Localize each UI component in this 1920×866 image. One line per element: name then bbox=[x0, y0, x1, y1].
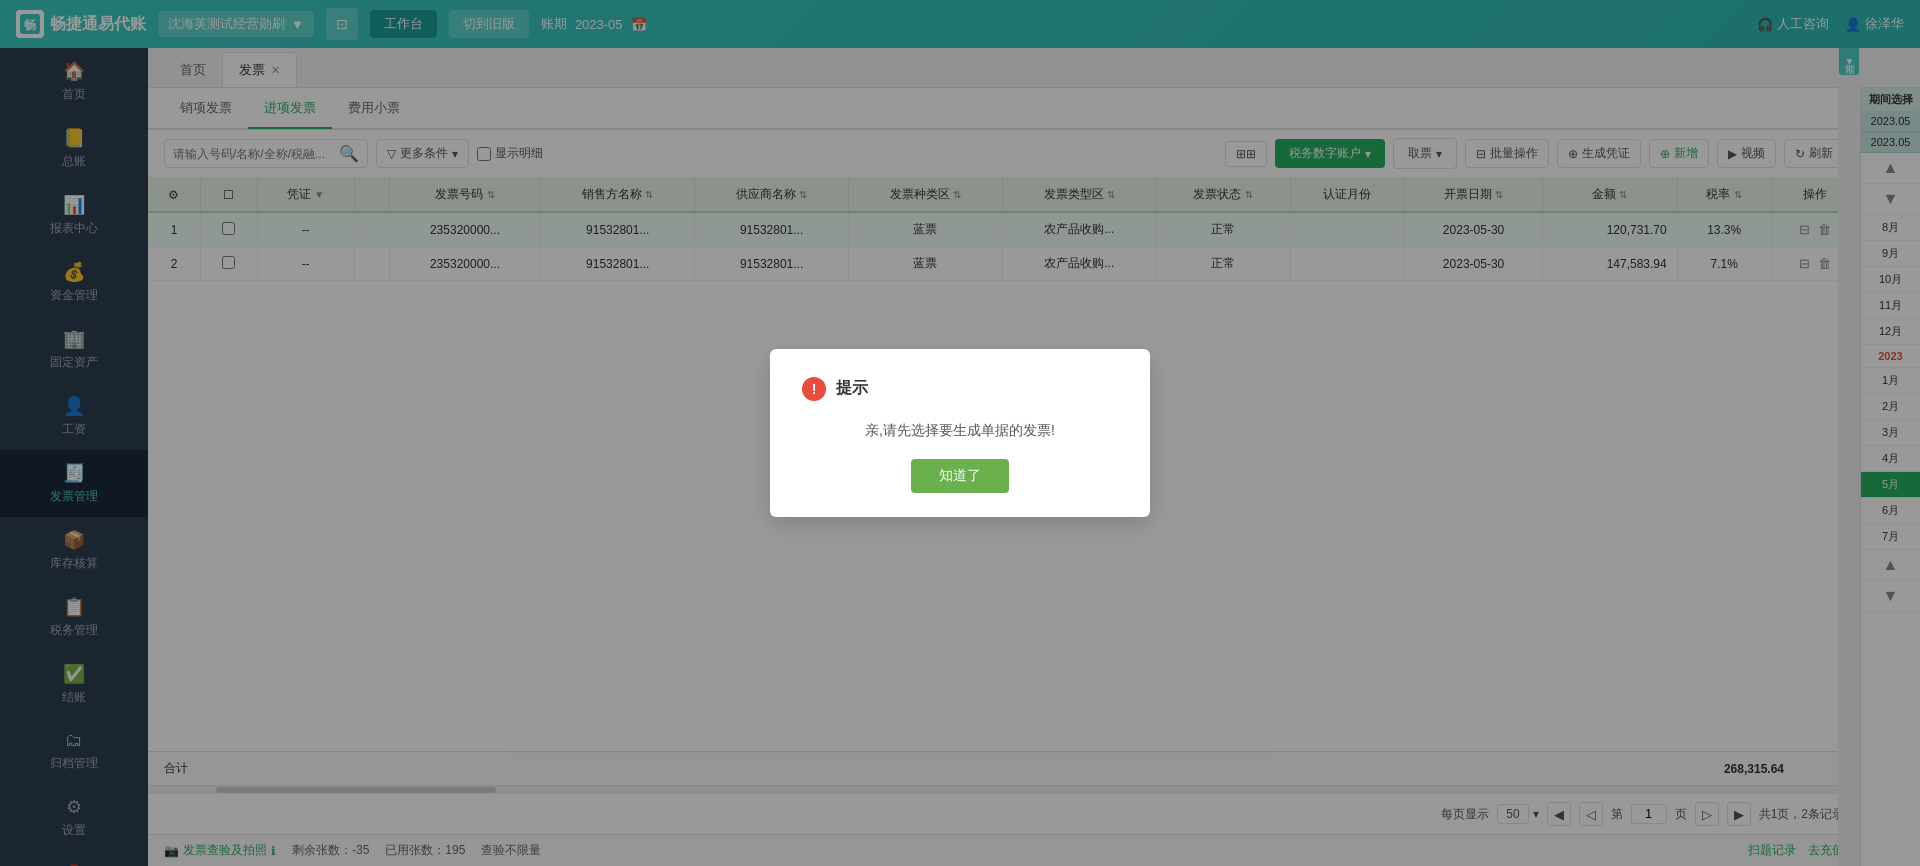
exclamation-icon: ! bbox=[812, 381, 817, 397]
modal-message: 亲,请先选择要生成单据的发票! bbox=[865, 419, 1055, 441]
modal-dialog: ! 提示 亲,请先选择要生成单据的发票! 知道了 bbox=[770, 349, 1150, 517]
modal-overlay: ! 提示 亲,请先选择要生成单据的发票! 知道了 bbox=[0, 0, 1920, 866]
modal-header: ! 提示 bbox=[802, 377, 1118, 401]
modal-title: 提示 bbox=[836, 378, 868, 399]
modal-confirm-button[interactable]: 知道了 bbox=[911, 459, 1009, 493]
modal-warning-icon: ! bbox=[802, 377, 826, 401]
